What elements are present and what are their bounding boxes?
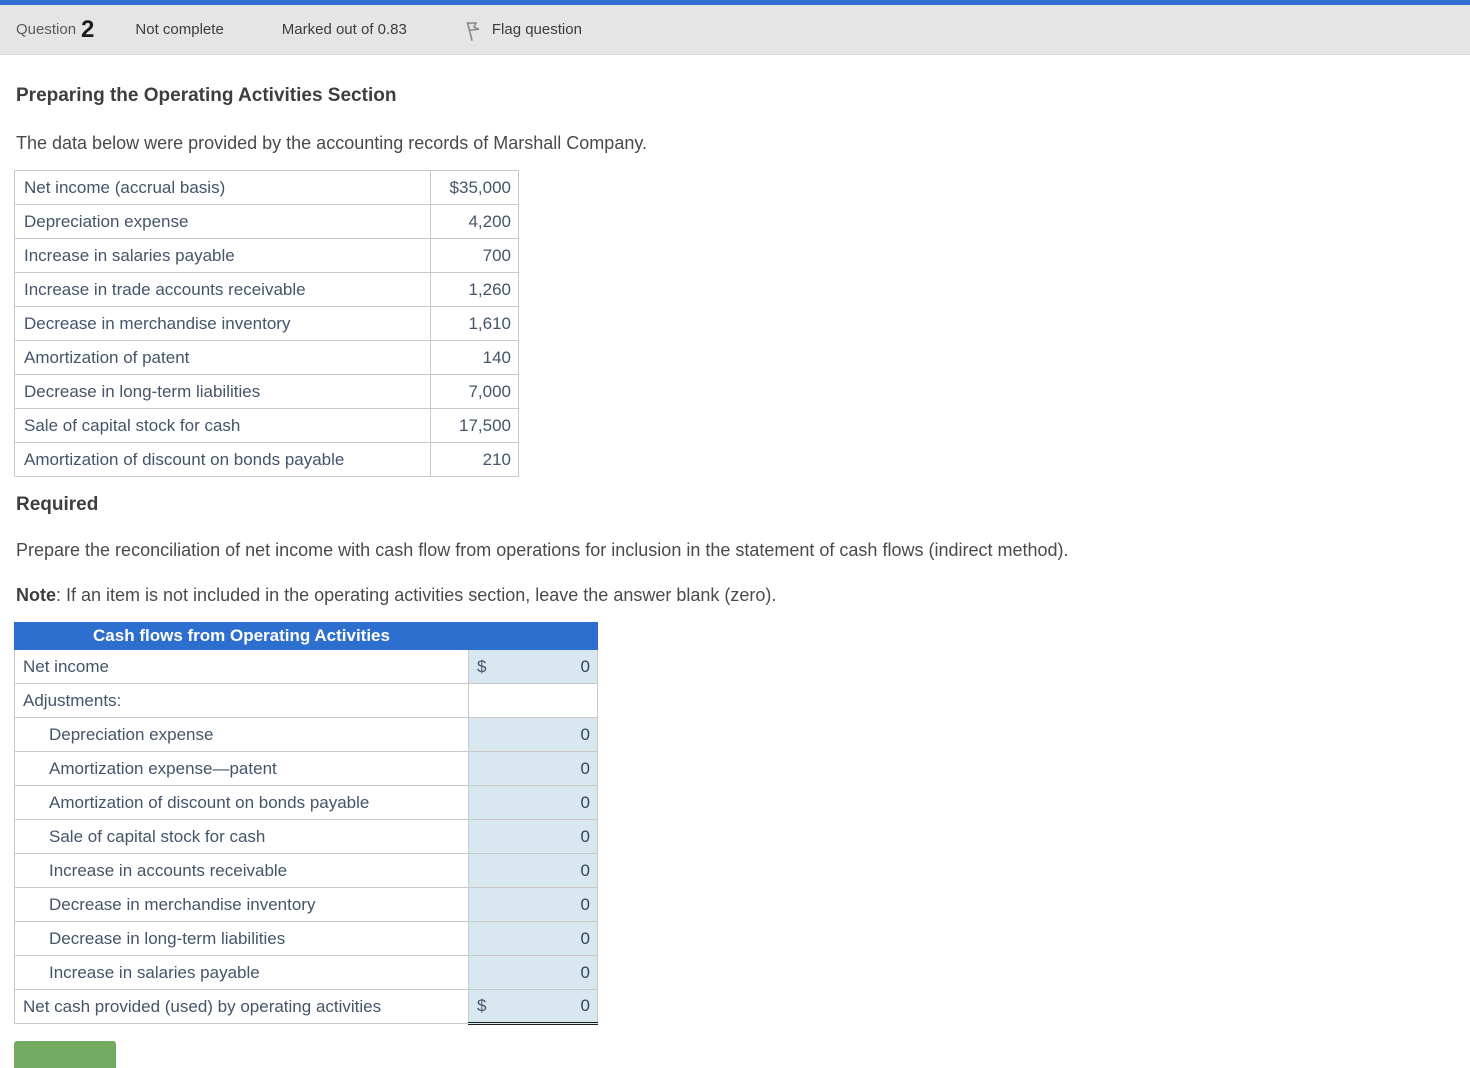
answer-input-sale-capital-stock[interactable]: 0 [468, 819, 598, 854]
row-label: Increase in trade accounts receivable [14, 272, 431, 307]
answer-row: Net income $0 [14, 649, 598, 684]
row-label: Increase in salaries payable [14, 238, 431, 273]
answer-input-decrease-merchandise-inventory[interactable]: 0 [468, 887, 598, 922]
row-label: Amortization of patent [14, 340, 431, 375]
answer-row-label: Adjustments: [14, 683, 469, 718]
answer-row-label: Depreciation expense [14, 717, 469, 752]
question-header-bar: Question 2 Not complete Marked out of 0.… [0, 5, 1470, 55]
answer-value: 0 [580, 724, 590, 744]
answer-row: Increase in accounts receivable 0 [14, 853, 598, 888]
answer-row-label: Net income [14, 649, 469, 684]
currency-symbol: $ [477, 996, 487, 1015]
row-value: 140 [430, 340, 519, 375]
answer-row: Decrease in merchandise inventory 0 [14, 887, 598, 922]
answer-value: 0 [580, 826, 590, 846]
answer-input-net-income[interactable]: $0 [468, 649, 598, 684]
question-status: Not complete [135, 21, 224, 38]
instruction-text: Prepare the reconciliation of net income… [16, 540, 1069, 560]
answer-row-label: Amortization of discount on bonds payabl… [14, 785, 469, 820]
table-row: Net income (accrual basis) $35,000 [14, 170, 519, 205]
row-label: Sale of capital stock for cash [14, 408, 431, 443]
row-label: Decrease in long-term liabilities [14, 374, 431, 409]
answer-row: Amortization expense—patent 0 [14, 751, 598, 786]
table-row: Depreciation expense 4,200 [14, 204, 519, 239]
row-value: 700 [430, 238, 519, 273]
answer-row: Sale of capital stock for cash 0 [14, 819, 598, 854]
page-title: Preparing the Operating Activities Secti… [16, 85, 397, 106]
answer-value: 0 [580, 758, 590, 778]
answer-value: 0 [580, 962, 590, 982]
flag-question-control[interactable]: Flag question [464, 19, 582, 41]
answer-row: Depreciation expense 0 [14, 717, 598, 752]
answer-value: 0 [580, 894, 590, 914]
row-value: 4,200 [430, 204, 519, 239]
row-value: 17,500 [430, 408, 519, 443]
answer-value: 0 [580, 860, 590, 880]
flag-question-label: Flag question [491, 21, 582, 38]
answer-value: 0 [580, 996, 590, 1015]
answer-table-header-spacer [468, 622, 598, 650]
answer-row: Increase in salaries payable 0 [14, 955, 598, 990]
quiz-question-page: Question 2 Not complete Marked out of 0.… [0, 0, 1470, 1068]
table-row: Increase in salaries payable 700 [14, 238, 519, 273]
answer-row-label: Increase in salaries payable [14, 955, 469, 990]
question-marks: Marked out of 0.83 [281, 21, 407, 38]
answer-row-total: Net cash provided (used) by operating ac… [14, 989, 598, 1025]
row-value: 1,260 [430, 272, 519, 307]
answer-input-increase-accounts-receivable[interactable]: 0 [468, 853, 598, 888]
answer-input-depreciation-expense[interactable]: 0 [468, 717, 598, 752]
table-row: Amortization of discount on bonds payabl… [14, 442, 519, 477]
table-row: Increase in trade accounts receivable 1,… [14, 272, 519, 307]
answer-row-label: Increase in accounts receivable [14, 853, 469, 888]
question-label: Question [16, 21, 77, 38]
flag-icon [464, 19, 483, 41]
answer-value: 0 [580, 928, 590, 948]
row-value: $35,000 [430, 170, 519, 205]
table-row: Amortization of patent 140 [14, 340, 519, 375]
row-label: Decrease in merchandise inventory [14, 306, 431, 341]
answer-input-increase-salaries-payable[interactable]: 0 [468, 955, 598, 990]
intro-text: The data below were provided by the acco… [16, 133, 648, 153]
answer-input-net-cash-operating[interactable]: $0 [468, 989, 598, 1025]
answer-row: Adjustments: [14, 683, 598, 718]
note-label: Note [16, 585, 56, 605]
currency-symbol: $ [477, 656, 487, 676]
row-label: Amortization of discount on bonds payabl… [14, 442, 431, 477]
answer-input-decrease-longterm-liabilities[interactable]: 0 [468, 921, 598, 956]
table-row: Sale of capital stock for cash 17,500 [14, 408, 519, 443]
answer-row-label: Sale of capital stock for cash [14, 819, 469, 854]
answer-empty-cell [468, 683, 598, 718]
question-number: 2 [81, 15, 95, 43]
answer-row-label: Net cash provided (used) by operating ac… [14, 989, 469, 1024]
answer-row-label: Decrease in merchandise inventory [14, 887, 469, 922]
table-row: Decrease in merchandise inventory 1,610 [14, 306, 519, 341]
answer-row-label: Amortization expense—patent [14, 751, 469, 786]
answer-table-header-row: Cash flows from Operating Activities [14, 622, 598, 650]
row-value: 7,000 [430, 374, 519, 409]
row-label: Net income (accrual basis) [14, 170, 431, 205]
answer-input-amortization-patent[interactable]: 0 [468, 751, 598, 786]
answer-table-title: Cash flows from Operating Activities [14, 622, 469, 650]
answer-value: 0 [580, 656, 590, 676]
table-row: Decrease in long-term liabilities 7,000 [14, 374, 519, 409]
answer-row: Decrease in long-term liabilities 0 [14, 921, 598, 956]
check-button[interactable] [14, 1041, 116, 1068]
question-body: Preparing the Operating Activities Secti… [0, 84, 1470, 1068]
answer-value: 0 [580, 792, 590, 812]
row-value: 1,610 [430, 306, 519, 341]
row-value: 210 [430, 442, 519, 477]
answer-input-amortization-discount-bonds[interactable]: 0 [468, 785, 598, 820]
required-heading: Required [16, 494, 99, 515]
answer-row-label: Decrease in long-term liabilities [14, 921, 469, 956]
given-data-table: Net income (accrual basis) $35,000 Depre… [14, 170, 519, 477]
answer-table: Cash flows from Operating Activities Net… [14, 622, 598, 1025]
answer-row: Amortization of discount on bonds payabl… [14, 785, 598, 820]
note-text: Note: If an item is not included in the … [16, 585, 777, 605]
row-label: Depreciation expense [14, 204, 431, 239]
